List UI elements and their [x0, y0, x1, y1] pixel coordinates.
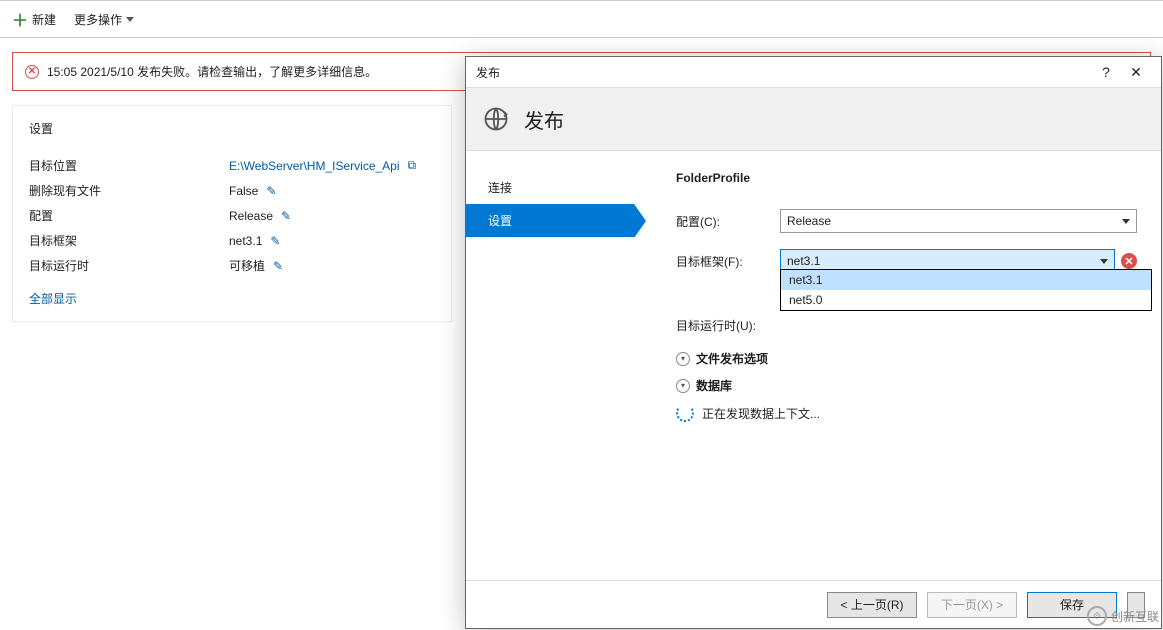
more-actions-button[interactable]: 更多操作: [74, 11, 134, 28]
pencil-icon[interactable]: ✎: [270, 234, 280, 248]
row-target-runtime: 目标运行时 可移植 ✎: [29, 253, 435, 278]
delete-existing-label: 删除现有文件: [29, 182, 229, 199]
help-button[interactable]: ?: [1091, 64, 1121, 80]
delete-existing-value: False: [229, 184, 258, 198]
target-framework-label: 目标框架(F):: [676, 253, 780, 270]
spinner-icon: [676, 404, 694, 422]
form-row-target-runtime: 目标运行时(U):: [676, 317, 1137, 334]
dialog-titlebar: 发布 ? ✕: [466, 57, 1161, 87]
publish-dialog: 发布 ? ✕ 发布 连接 设置 FolderProfile 配置(C): Rel…: [465, 56, 1162, 629]
dropdown-option-net31[interactable]: net3.1: [781, 270, 1151, 290]
sidebar-item-settings[interactable]: 设置: [466, 204, 634, 237]
watermark-icon: ⟐: [1087, 606, 1107, 626]
target-framework-dropdown: net3.1 net5.0: [780, 269, 1152, 311]
discover-row: 正在发现数据上下文...: [676, 404, 1137, 422]
config-select[interactable]: Release: [780, 209, 1137, 233]
top-toolbar: ＋ 新建 更多操作: [0, 0, 1163, 38]
target-location-link[interactable]: E:\WebServer\HM_IService_Api: [229, 159, 400, 173]
row-target-location: 目标位置 E:\WebServer\HM_IService_Api ⧉: [29, 153, 435, 178]
row-target-framework: 目标框架 net3.1 ✎: [29, 228, 435, 253]
chevron-down-icon: ▾: [676, 352, 690, 366]
chevron-down-icon: ▾: [676, 379, 690, 393]
error-icon: ✕: [25, 65, 39, 79]
watermark-text: 创新互联: [1111, 608, 1159, 625]
dialog-body: 连接 设置 FolderProfile 配置(C): Release 目标框架(…: [466, 151, 1161, 580]
target-framework-value: net3.1: [229, 234, 262, 248]
dialog-header: 发布: [466, 87, 1161, 151]
chevron-down-icon: [1100, 259, 1108, 264]
pencil-icon[interactable]: ✎: [266, 184, 276, 198]
discovering-text: 正在发现数据上下文...: [702, 405, 820, 422]
dialog-footer: < 上一页(R) 下一页(X) > 保存: [466, 580, 1161, 628]
dialog-header-title: 发布: [524, 105, 564, 134]
next-button: 下一页(X) >: [927, 592, 1017, 618]
database-label: 数据库: [696, 377, 732, 394]
more-actions-label: 更多操作: [74, 11, 122, 28]
pencil-icon[interactable]: ✎: [281, 209, 291, 223]
target-runtime-label: 目标运行时(U):: [676, 317, 780, 334]
config-value: Release: [229, 209, 273, 223]
expander-database[interactable]: ▾ 数据库: [676, 377, 1137, 394]
file-publish-label: 文件发布选项: [696, 350, 768, 367]
dialog-title: 发布: [476, 64, 1091, 81]
show-all-link[interactable]: 全部显示: [29, 290, 77, 307]
target-framework-select-value: net3.1: [787, 254, 820, 268]
dialog-sidebar: 连接 设置: [466, 151, 634, 580]
target-runtime-label: 目标运行时: [29, 257, 229, 274]
new-button[interactable]: ＋ 新建: [12, 7, 56, 31]
profile-name: FolderProfile: [676, 171, 1137, 185]
target-framework-label: 目标框架: [29, 232, 229, 249]
watermark: ⟐ 创新互联: [1087, 606, 1159, 626]
row-delete-existing: 删除现有文件 False ✎: [29, 178, 435, 203]
dialog-form: FolderProfile 配置(C): Release 目标框架(F): ne…: [634, 151, 1161, 580]
sidebar-item-connect[interactable]: 连接: [466, 171, 634, 204]
config-select-value: Release: [787, 214, 831, 228]
close-button[interactable]: ✕: [1121, 64, 1151, 81]
row-config: 配置 Release ✎: [29, 203, 435, 228]
settings-title: 设置: [29, 120, 435, 137]
globe-icon: [482, 105, 510, 133]
config-label: 配置(C):: [676, 213, 780, 230]
error-icon: ✕: [1121, 253, 1137, 269]
config-label: 配置: [29, 207, 229, 224]
new-label: 新建: [32, 11, 56, 28]
pencil-icon[interactable]: ✎: [273, 259, 283, 273]
copy-icon[interactable]: ⧉: [408, 158, 417, 173]
target-location-label: 目标位置: [29, 157, 229, 174]
expander-file-publish[interactable]: ▾ 文件发布选项: [676, 350, 1137, 367]
target-runtime-value: 可移植: [229, 257, 265, 274]
dropdown-option-net50[interactable]: net5.0: [781, 290, 1151, 310]
form-row-config: 配置(C): Release: [676, 209, 1137, 233]
chevron-down-icon: [126, 17, 134, 22]
chevron-down-icon: [1122, 219, 1130, 224]
settings-panel: 设置 目标位置 E:\WebServer\HM_IService_Api ⧉ 删…: [12, 105, 452, 322]
prev-button[interactable]: < 上一页(R): [827, 592, 917, 618]
plus-icon: ＋: [12, 7, 28, 31]
error-text: 15:05 2021/5/10 发布失败。请检查输出，了解更多详细信息。: [47, 63, 377, 80]
